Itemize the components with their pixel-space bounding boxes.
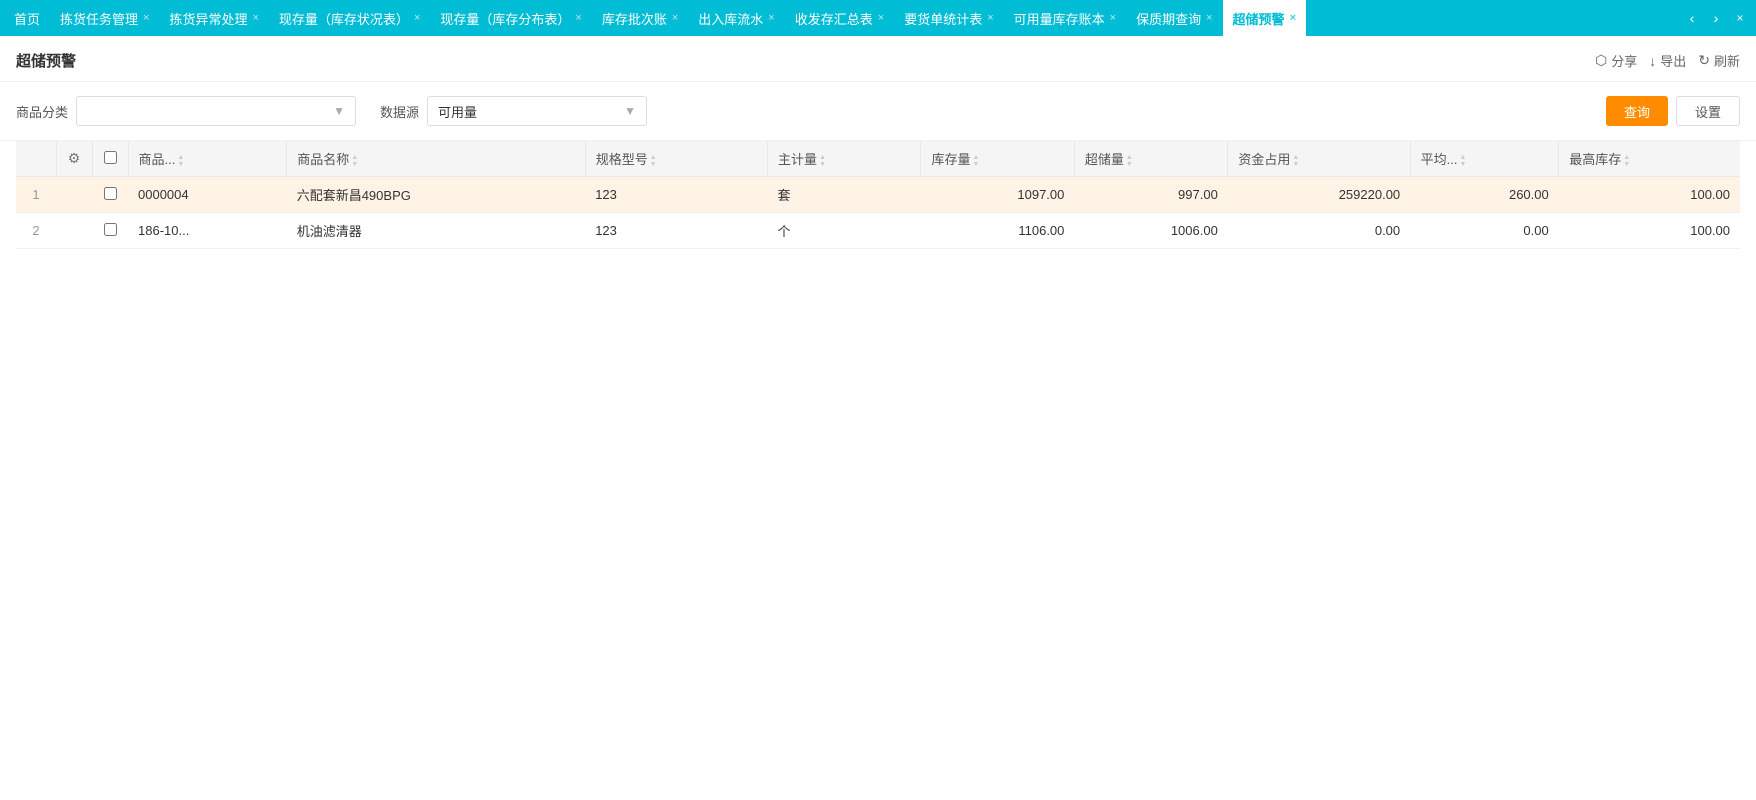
- cell-max_stock: 100.00: [1559, 213, 1740, 249]
- col-product_name[interactable]: 商品名称▲▼: [287, 141, 586, 177]
- cell-product_code: 0000004: [128, 177, 287, 213]
- category-filter: 商品分类 ▼: [16, 96, 356, 126]
- table-row: 2186-10...机油滤清器123个1106.001006.000.000.0…: [16, 213, 1740, 249]
- settings-button[interactable]: 设置: [1676, 96, 1740, 126]
- datasource-select[interactable]: 可用量 ▼: [427, 96, 647, 126]
- select-all-checkbox[interactable]: [104, 151, 117, 164]
- cell-avg: 260.00: [1410, 177, 1559, 213]
- datasource-label: 数据源: [380, 102, 419, 121]
- refresh-icon: ↻: [1698, 52, 1710, 69]
- nav-item-11[interactable]: 超储预警×: [1223, 0, 1306, 36]
- nav-item-4[interactable]: 现存量（库存分布表）×: [430, 0, 591, 36]
- page-container: 超储预警 ⬡ 分享 ↓ 导出 ↻ 刷新 商品分类 ▼ 数据源: [0, 36, 1756, 800]
- query-button[interactable]: 查询: [1606, 96, 1668, 126]
- share-icon: ⬡: [1595, 52, 1607, 69]
- filter-bar: 商品分类 ▼ 数据源 可用量 ▼ 查询 设置: [0, 82, 1756, 141]
- cell-spec: 123: [585, 177, 767, 213]
- cell-capital: 0.00: [1228, 213, 1410, 249]
- category-select[interactable]: ▼: [76, 96, 356, 126]
- cell-stock: 1106.00: [921, 213, 1074, 249]
- category-label: 商品分类: [16, 102, 68, 121]
- nav-close-icon-7[interactable]: ×: [878, 12, 884, 24]
- cell-gear: [56, 213, 92, 249]
- nav-item-9[interactable]: 可用量库存账本×: [1004, 0, 1126, 36]
- refresh-button[interactable]: ↻ 刷新: [1698, 51, 1740, 70]
- col-gear[interactable]: ⚙: [56, 141, 92, 177]
- category-chevron-icon: ▼: [333, 104, 345, 118]
- nav-item-5[interactable]: 库存批次账×: [592, 0, 688, 36]
- nav-item-3[interactable]: 现存量（库存状况表）×: [269, 0, 430, 36]
- cell-avg: 0.00: [1410, 213, 1559, 249]
- cell-max_stock: 100.00: [1559, 177, 1740, 213]
- nav-prev-arrow[interactable]: ‹: [1680, 0, 1704, 36]
- cell-product_code: 186-10...: [128, 213, 287, 249]
- nav-item-0[interactable]: 首页: [4, 0, 50, 36]
- share-button[interactable]: ⬡ 分享: [1595, 51, 1637, 70]
- cell-rownum: 1: [16, 177, 56, 213]
- row-checkbox[interactable]: [104, 223, 117, 236]
- nav-item-8[interactable]: 要货单统计表×: [894, 0, 1003, 36]
- nav-item-1[interactable]: 拣货任务管理×: [50, 0, 159, 36]
- nav-close-icon-11[interactable]: ×: [1290, 12, 1296, 24]
- cell-checkbox[interactable]: [92, 213, 128, 249]
- header-actions: ⬡ 分享 ↓ 导出 ↻ 刷新: [1595, 51, 1740, 70]
- nav-close-icon-8[interactable]: ×: [987, 12, 993, 24]
- nav-item-6[interactable]: 出入库流水×: [688, 0, 784, 36]
- cell-product_name: 六配套新昌490BPG: [287, 177, 586, 213]
- export-button[interactable]: ↓ 导出: [1649, 51, 1686, 70]
- col-max_stock[interactable]: 最高库存▲▼: [1559, 141, 1740, 177]
- cell-product_name: 机油滤清器: [287, 213, 586, 249]
- col-avg[interactable]: 平均...▲▼: [1410, 141, 1559, 177]
- nav-close-icon-6[interactable]: ×: [768, 12, 774, 24]
- table-row: 1 0000004六配套新昌490BPG123套1097.00997.002592…: [16, 177, 1740, 213]
- cell-gear: [56, 177, 92, 213]
- filter-actions: 查询 设置: [1606, 96, 1740, 126]
- cell-overflow: 997.00: [1074, 177, 1227, 213]
- table-body: 1 0000004六配套新昌490BPG123套1097.00997.002592…: [16, 177, 1740, 249]
- col-rownum: [16, 141, 56, 177]
- nav-close-icon-4[interactable]: ×: [575, 12, 581, 24]
- datasource-chevron-icon: ▼: [624, 104, 636, 118]
- nav-item-7[interactable]: 收发存汇总表×: [785, 0, 894, 36]
- cell-unit: 套: [768, 177, 921, 213]
- datasource-value: 可用量: [438, 102, 477, 121]
- nav-item-10[interactable]: 保质期查询×: [1126, 0, 1222, 36]
- nav-item-2[interactable]: 拣货异常处理×: [159, 0, 268, 36]
- nav-close-icon-1[interactable]: ×: [143, 12, 149, 24]
- col-overflow[interactable]: 超储量▲▼: [1074, 141, 1227, 177]
- top-navigation: 首页拣货任务管理×拣货异常处理×现存量（库存状况表）×现存量（库存分布表）×库存…: [0, 0, 1756, 36]
- nav-close-icon-9[interactable]: ×: [1110, 12, 1116, 24]
- col-checkbox[interactable]: [92, 141, 128, 177]
- table-header: ⚙ 商品...▲▼商品名称▲▼规格型号▲▼主计量▲▼库存量▲▼超储量▲▼资金占用▲…: [16, 141, 1740, 177]
- export-icon: ↓: [1649, 53, 1656, 69]
- nav-more-arrow[interactable]: ×: [1728, 0, 1752, 36]
- col-product_code[interactable]: 商品...▲▼: [128, 141, 287, 177]
- page-title: 超储预警: [16, 50, 76, 71]
- cell-overflow: 1006.00: [1074, 213, 1227, 249]
- table-container: ⚙ 商品...▲▼商品名称▲▼规格型号▲▼主计量▲▼库存量▲▼超储量▲▼资金占用▲…: [0, 141, 1756, 249]
- datasource-filter: 数据源 可用量 ▼: [380, 96, 647, 126]
- nav-close-icon-3[interactable]: ×: [414, 12, 420, 24]
- col-stock[interactable]: 库存量▲▼: [921, 141, 1074, 177]
- cell-spec: 123: [585, 213, 767, 249]
- cell-stock: 1097.00: [921, 177, 1074, 213]
- cell-rownum: 2: [16, 213, 56, 249]
- column-settings-icon[interactable]: ⚙: [68, 150, 81, 166]
- nav-next-arrow[interactable]: ›: [1704, 0, 1728, 36]
- nav-close-icon-10[interactable]: ×: [1206, 12, 1212, 24]
- data-table: ⚙ 商品...▲▼商品名称▲▼规格型号▲▼主计量▲▼库存量▲▼超储量▲▼资金占用▲…: [16, 141, 1740, 249]
- col-capital[interactable]: 资金占用▲▼: [1228, 141, 1410, 177]
- nav-close-icon-2[interactable]: ×: [252, 12, 258, 24]
- nav-close-icon-5[interactable]: ×: [672, 12, 678, 24]
- row-checkbox[interactable]: [104, 187, 117, 200]
- page-header: 超储预警 ⬡ 分享 ↓ 导出 ↻ 刷新: [0, 36, 1756, 82]
- col-unit[interactable]: 主计量▲▼: [768, 141, 921, 177]
- cell-unit: 个: [768, 213, 921, 249]
- cell-checkbox[interactable]: [92, 177, 128, 213]
- col-spec[interactable]: 规格型号▲▼: [585, 141, 767, 177]
- cell-capital: 259220.00: [1228, 177, 1410, 213]
